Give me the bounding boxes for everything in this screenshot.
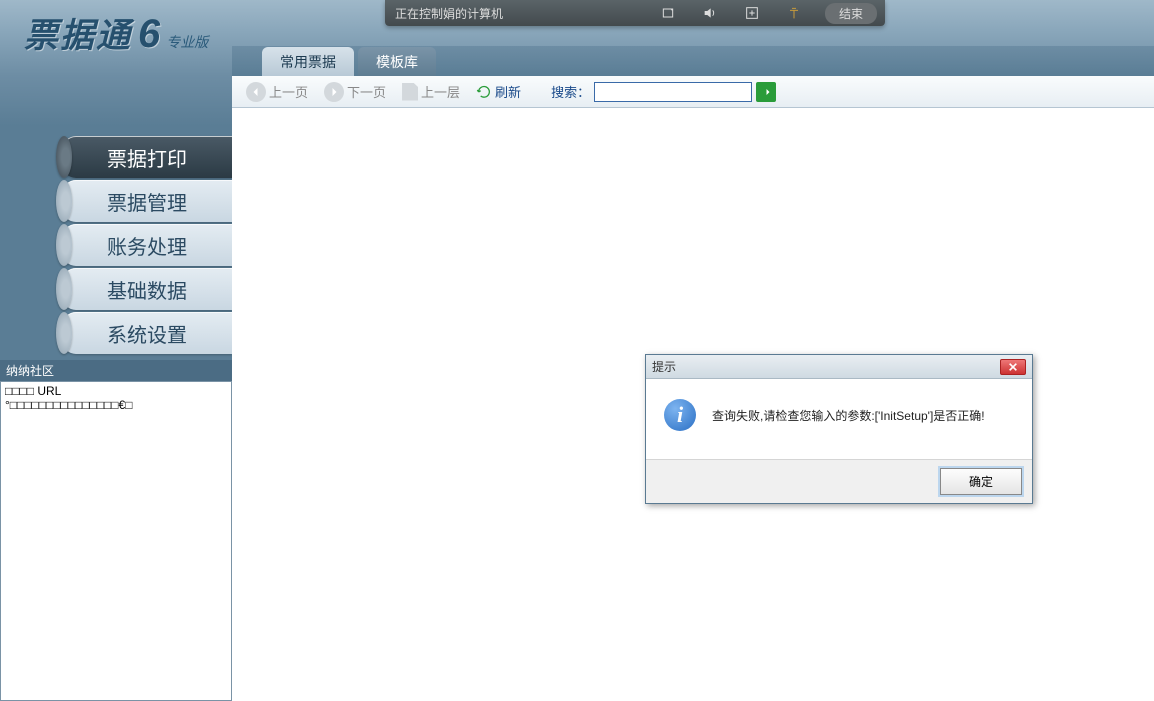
button-label: 上一页 [269, 82, 308, 101]
sidebar-item-system-settings[interactable]: 系统设置 [62, 312, 232, 354]
sidebar-item-label: 票据打印 [107, 143, 187, 172]
community-section-title: 纳纳社区 [0, 360, 232, 381]
dialog-message: 查询失败,请检查您输入的参数:['InitSetup']是否正确! [712, 407, 985, 424]
refresh-button[interactable]: 刷新 [470, 80, 527, 103]
app-logo: 票据通 6 专业版 [24, 8, 208, 57]
sidebar-item-bill-manage[interactable]: 票据管理 [62, 180, 232, 222]
button-label: 刷新 [495, 82, 521, 101]
sidebar-item-label: 系统设置 [107, 319, 187, 348]
dialog-body: i 查询失败,请检查您输入的参数:['InitSetup']是否正确! [646, 379, 1032, 459]
refresh-icon [476, 84, 492, 100]
sidebar: 票据打印 票据管理 账务处理 基础数据 系统设置 纳纳社区 □□□□ URL °… [0, 76, 232, 698]
community-line: □□□□ URL [5, 384, 227, 398]
dialog-ok-button[interactable]: 确定 [940, 468, 1022, 495]
sound-icon[interactable] [695, 3, 725, 23]
button-label: 上一层 [421, 82, 460, 101]
community-box: □□□□ URL °□□□□□□□□□□□□□□□€□ [0, 381, 232, 701]
tab-common-bills[interactable]: 常用票据 [262, 47, 354, 76]
logo-version: 6 [138, 12, 160, 57]
sidebar-item-accounting[interactable]: 账务处理 [62, 224, 232, 266]
arrow-right-icon [324, 82, 344, 102]
remote-control-bar: 正在控制娟的计算机 结束 [385, 0, 885, 26]
sidebar-item-label: 基础数据 [107, 275, 187, 304]
dialog-titlebar: 提示 [646, 355, 1032, 379]
tab-label: 常用票据 [280, 54, 336, 70]
sidebar-item-label: 票据管理 [107, 187, 187, 216]
dialog-title-text: 提示 [652, 358, 676, 375]
remote-status-text: 正在控制娟的计算机 [385, 5, 647, 22]
search-go-button[interactable] [756, 82, 776, 102]
search-input[interactable] [594, 82, 752, 102]
fullscreen-icon[interactable] [653, 3, 683, 23]
end-session-button[interactable]: 结束 [825, 3, 877, 24]
tab-template-lib[interactable]: 模板库 [358, 47, 436, 76]
sidebar-item-basic-data[interactable]: 基础数据 [62, 268, 232, 310]
sidebar-item-label: 账务处理 [107, 231, 187, 260]
pin-icon[interactable] [779, 3, 809, 23]
community-line: °□□□□□□□□□□□□□□□€□ [5, 398, 227, 412]
up-level-button[interactable]: 上一层 [396, 80, 466, 103]
arrow-left-icon [246, 82, 266, 102]
add-window-icon[interactable] [737, 3, 767, 23]
search-label: 搜索： [551, 82, 590, 101]
tab-label: 模板库 [376, 54, 418, 70]
dialog-close-button[interactable] [1000, 359, 1026, 375]
sidebar-item-bill-print[interactable]: 票据打印 [62, 136, 232, 178]
folder-up-icon [402, 83, 418, 101]
logo-edition: 专业版 [166, 32, 208, 52]
dialog-footer: 确定 [646, 459, 1032, 503]
logo-text: 票据通 [24, 8, 132, 57]
tab-bar: 常用票据 模板库 [232, 46, 1154, 76]
toolbar: 上一页 下一页 上一层 刷新 搜索： [232, 76, 1154, 108]
prev-page-button[interactable]: 上一页 [240, 80, 314, 104]
alert-dialog: 提示 i 查询失败,请检查您输入的参数:['InitSetup']是否正确! 确… [645, 354, 1033, 504]
info-icon: i [664, 399, 696, 431]
button-label: 下一页 [347, 82, 386, 101]
next-page-button[interactable]: 下一页 [318, 80, 392, 104]
